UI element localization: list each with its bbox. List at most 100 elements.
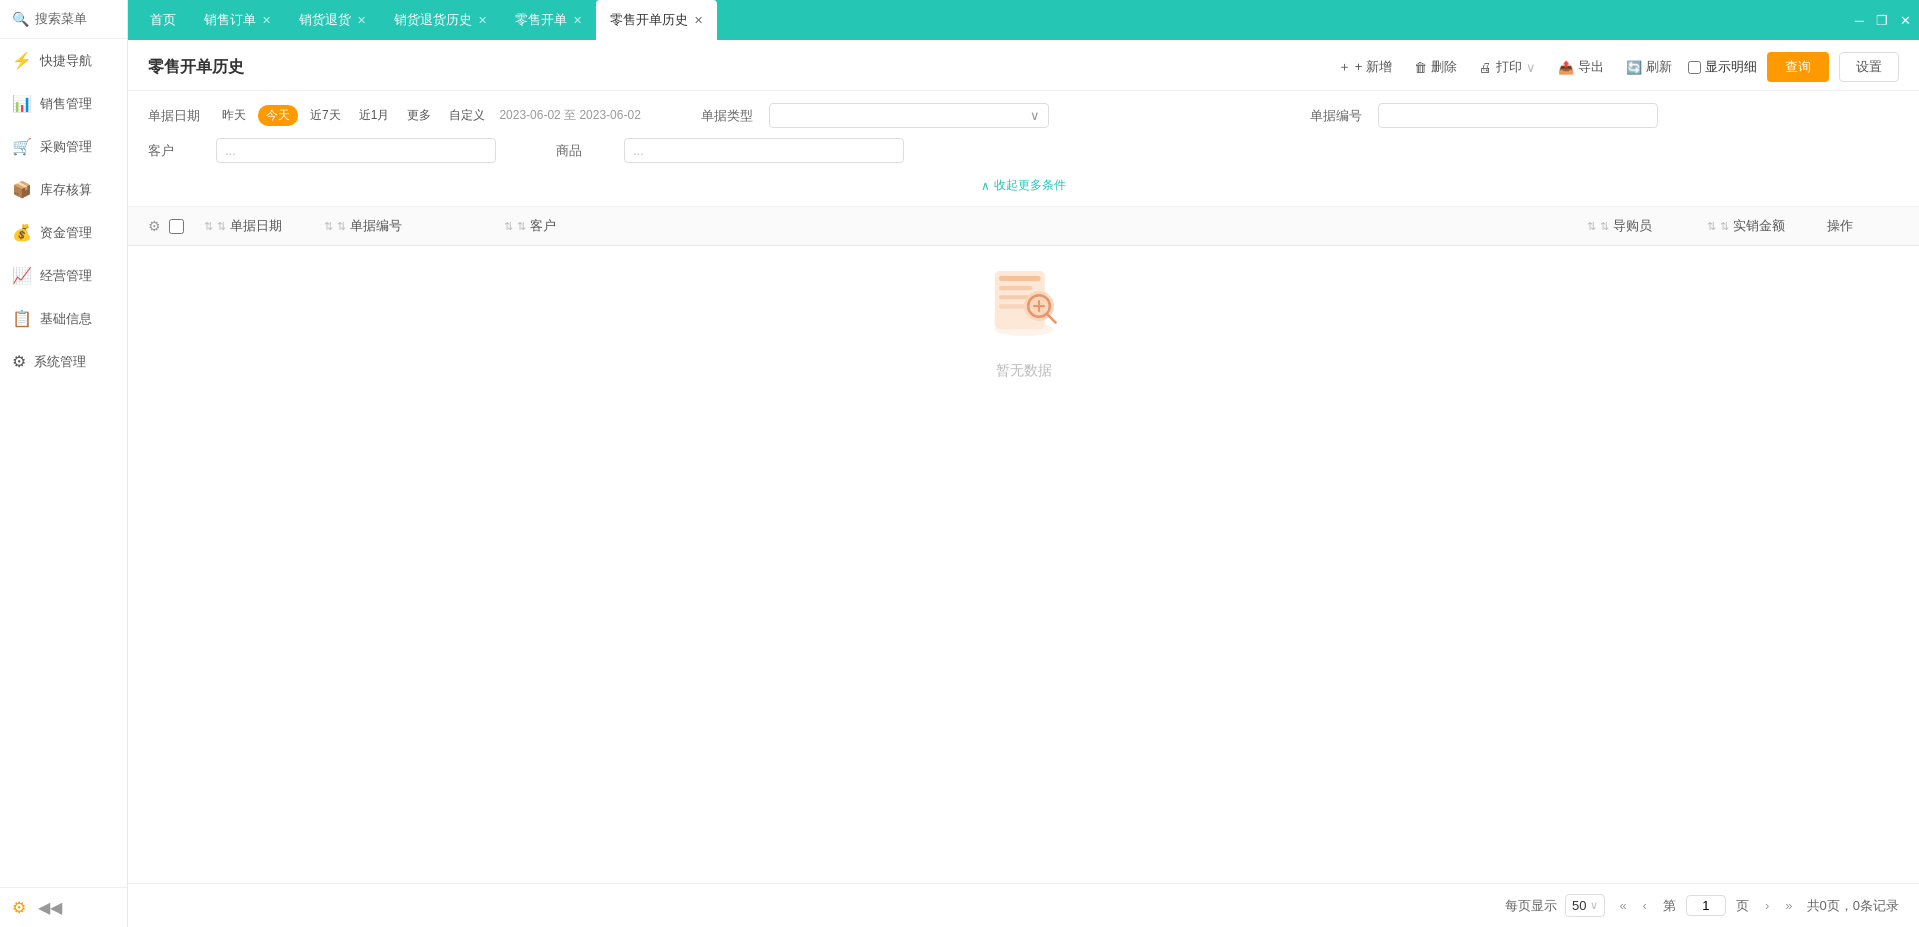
- sidebar-item-label: 基础信息: [40, 310, 92, 328]
- th-number[interactable]: ⇅ 单据编号: [316, 207, 496, 245]
- settings-icon[interactable]: ⚙: [12, 898, 26, 917]
- window-close[interactable]: ✕: [1900, 13, 1911, 28]
- tab-home-label: 首页: [150, 11, 176, 29]
- date-btn-custom[interactable]: 自定义: [443, 105, 491, 126]
- type-select[interactable]: ∨: [769, 103, 1049, 128]
- tab-sales-return-close[interactable]: ✕: [357, 14, 366, 27]
- print-button[interactable]: 🖨 打印 ∨: [1473, 54, 1542, 80]
- add-button[interactable]: ＋ + 新增: [1332, 54, 1398, 80]
- table-settings-icon[interactable]: ⚙: [148, 218, 161, 234]
- tab-retail-open-history-close[interactable]: ✕: [694, 14, 703, 27]
- th-amount-sort-icon: ⇅: [1720, 220, 1729, 233]
- collapse-sidebar-icon[interactable]: ◀◀: [38, 898, 62, 917]
- th-customer[interactable]: ⇅ 客户: [496, 207, 1579, 245]
- th-ops-label: 操作: [1827, 217, 1853, 235]
- goods-dots: ...: [633, 143, 644, 158]
- main-content: 首页 销售订单 ✕ 销货退货 ✕ 销货退货历史 ✕ 零售开单 ✕ 零售开单历史 …: [128, 0, 1919, 927]
- date-btn-1month[interactable]: 近1月: [353, 105, 396, 126]
- tab-sales-return-history[interactable]: 销货退货历史 ✕: [380, 0, 501, 40]
- th-guide-label: 导购员: [1613, 217, 1652, 235]
- total-info: 共0页，0条记录: [1807, 897, 1899, 915]
- svg-rect-3: [999, 286, 1032, 290]
- query-button[interactable]: 查询: [1767, 52, 1829, 82]
- tab-sales-order-label: 销售订单: [204, 11, 256, 29]
- date-label: 单据日期: [148, 107, 208, 125]
- tab-sales-order-close[interactable]: ✕: [262, 14, 271, 27]
- sidebar-item-label: 资金管理: [40, 224, 92, 242]
- customer-input[interactable]: ...: [216, 138, 496, 163]
- tab-retail-open-close[interactable]: ✕: [573, 14, 582, 27]
- date-filter-col: 单据日期 昨天 今天 近7天 近1月 更多 自定义 2023-06-02 至 2…: [148, 105, 641, 126]
- collapse-bar[interactable]: ∧ 收起更多条件: [148, 173, 1899, 194]
- tab-retail-open-history-label: 零售开单历史: [610, 11, 688, 29]
- goods-input[interactable]: ...: [624, 138, 904, 163]
- sidebar-search[interactable]: 🔍 搜索菜单: [0, 0, 127, 39]
- date-btn-7days[interactable]: 近7天: [304, 105, 347, 126]
- svg-rect-5: [999, 304, 1028, 308]
- svg-line-8: [1047, 314, 1055, 322]
- th-date-sort-icon: ⇅: [217, 220, 226, 233]
- export-icon: 📤: [1558, 60, 1574, 75]
- window-restore[interactable]: ❐: [1876, 13, 1888, 28]
- refresh-label: 刷新: [1646, 58, 1672, 76]
- sidebar-item-quick-nav[interactable]: ⚡ 快捷导航: [0, 39, 127, 82]
- date-btn-yesterday[interactable]: 昨天: [216, 105, 252, 126]
- last-page-btn[interactable]: »: [1779, 896, 1798, 915]
- customer-dots: ...: [225, 143, 236, 158]
- th-number-sort-icon: ⇅: [337, 220, 346, 233]
- next-page-btn[interactable]: ›: [1759, 896, 1775, 915]
- show-detail-label: 显示明细: [1705, 58, 1757, 76]
- collapse-icon: ∧: [981, 179, 990, 193]
- page-title: 零售开单历史: [148, 57, 244, 78]
- sidebar-item-label: 快捷导航: [40, 52, 92, 70]
- tab-sales-return-history-close[interactable]: ✕: [478, 14, 487, 27]
- date-btn-more[interactable]: 更多: [401, 105, 437, 126]
- sidebar-item-sales-mgmt[interactable]: 📊 销售管理: [0, 82, 127, 125]
- number-input[interactable]: [1378, 103, 1658, 128]
- per-page-label: 每页显示: [1505, 897, 1557, 915]
- th-amount[interactable]: ⇅ 实销金额: [1699, 207, 1819, 245]
- sidebar-item-operations[interactable]: 📈 经营管理: [0, 254, 127, 297]
- th-date[interactable]: ⇅ 单据日期: [196, 207, 316, 245]
- print-arrow: ∨: [1526, 60, 1536, 75]
- show-detail-check[interactable]: [1688, 61, 1701, 74]
- type-label: 单据类型: [701, 107, 761, 125]
- setting-button[interactable]: 设置: [1839, 52, 1899, 82]
- show-detail-checkbox[interactable]: 显示明细: [1688, 58, 1757, 76]
- tab-sales-order[interactable]: 销售订单 ✕: [190, 0, 285, 40]
- sidebar-item-label: 采购管理: [40, 138, 92, 156]
- refresh-button[interactable]: 🔄 刷新: [1620, 54, 1678, 80]
- page-num-input[interactable]: [1686, 895, 1726, 916]
- delete-button[interactable]: 🗑 删除: [1408, 54, 1463, 80]
- sidebar-item-purchase-mgmt[interactable]: 🛒 采购管理: [0, 125, 127, 168]
- sidebar-item-basic-info[interactable]: 📋 基础信息: [0, 297, 127, 340]
- tab-home[interactable]: 首页: [136, 0, 190, 40]
- table-select-all[interactable]: [169, 219, 184, 234]
- first-page-btn[interactable]: «: [1613, 896, 1632, 915]
- th-guide[interactable]: ⇅ 导购员: [1579, 207, 1699, 245]
- empty-state: 暂无数据: [128, 246, 1919, 380]
- collapse-label: 收起更多条件: [994, 177, 1066, 194]
- date-btn-today[interactable]: 今天: [258, 105, 298, 126]
- type-filter-col: 单据类型 ∨: [701, 103, 1290, 128]
- tab-sales-return[interactable]: 销货退货 ✕: [285, 0, 380, 40]
- sidebar-item-inventory[interactable]: 📦 库存核算: [0, 168, 127, 211]
- finance-icon: 💰: [12, 223, 32, 242]
- prev-page-btn[interactable]: ‹: [1637, 896, 1653, 915]
- window-minimize[interactable]: ─: [1855, 13, 1864, 28]
- sales-mgmt-icon: 📊: [12, 94, 32, 113]
- per-page-select[interactable]: 50 ∨: [1565, 894, 1605, 917]
- top-nav: 首页 销售订单 ✕ 销货退货 ✕ 销货退货历史 ✕ 零售开单 ✕ 零售开单历史 …: [128, 0, 1919, 40]
- th-guide-sort-icon: ⇅: [1600, 220, 1609, 233]
- sidebar-item-label: 系统管理: [34, 353, 86, 371]
- date-quick-btns: 昨天 今天 近7天 近1月 更多 自定义: [216, 105, 491, 126]
- tab-retail-open[interactable]: 零售开单 ✕: [501, 0, 596, 40]
- tab-retail-open-history[interactable]: 零售开单历史 ✕: [596, 0, 717, 40]
- sidebar-item-finance[interactable]: 💰 资金管理: [0, 211, 127, 254]
- th-date-label: 单据日期: [230, 217, 282, 235]
- sidebar-item-sys-mgmt[interactable]: ⚙ 系统管理: [0, 340, 127, 383]
- empty-text: 暂无数据: [996, 362, 1052, 380]
- quick-nav-icon: ⚡: [12, 51, 32, 70]
- operations-icon: 📈: [12, 266, 32, 285]
- export-button[interactable]: 📤 导出: [1552, 54, 1610, 80]
